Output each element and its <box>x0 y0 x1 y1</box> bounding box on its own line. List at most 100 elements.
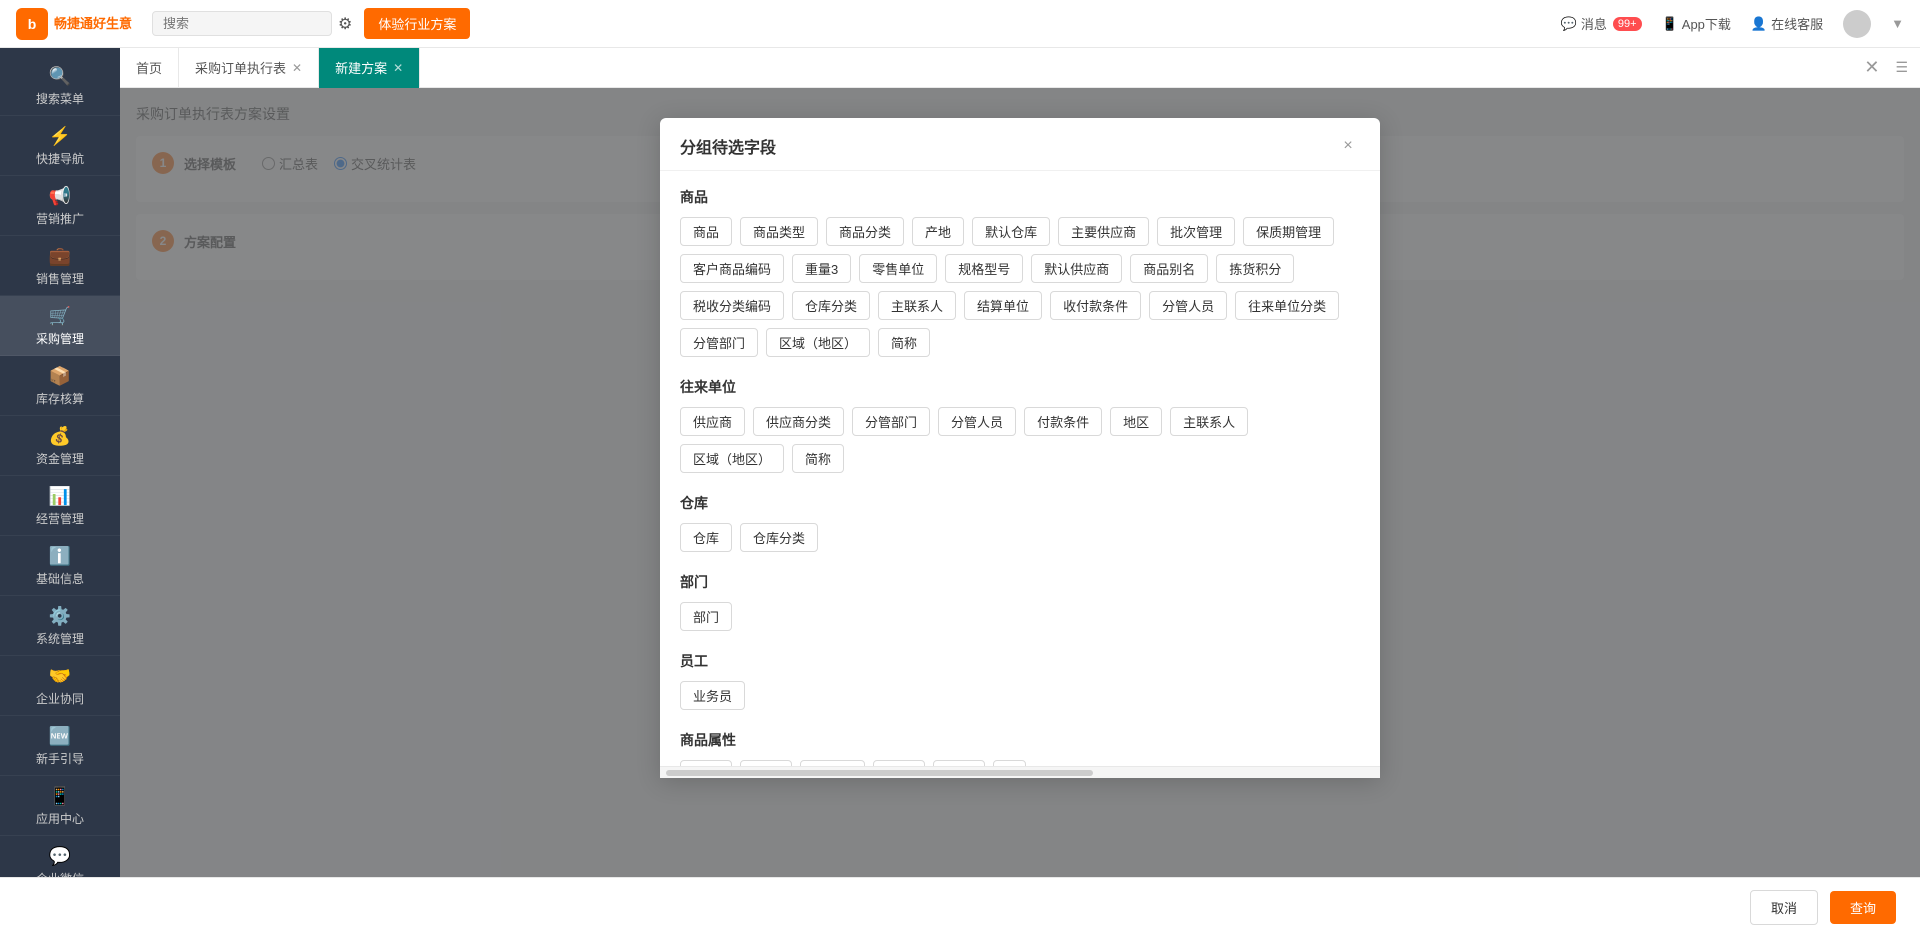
online-service-item[interactable]: 👤 在线客服 <box>1751 14 1823 33</box>
sidebar-item-management[interactable]: 📊 经营管理 <box>0 476 120 536</box>
user-dropdown-icon[interactable]: ▼ <box>1891 16 1904 31</box>
field-tag-5-2[interactable]: 多规格 <box>800 760 865 766</box>
field-tag-0-19[interactable]: 收付款条件 <box>1050 291 1141 320</box>
field-tag-1-0[interactable]: 供应商 <box>680 407 745 436</box>
field-tag-1-1[interactable]: 供应商分类 <box>753 407 844 436</box>
sidebar-item-marketing[interactable]: 📢 营销推广 <box>0 176 120 236</box>
sidebar-item-newbie[interactable]: 🆕 新手引导 <box>0 716 120 776</box>
field-tags-1: 供应商供应商分类分管部门分管人员付款条件地区主联系人区域（地区） 简称 <box>680 407 1360 473</box>
field-tag-2-0[interactable]: 仓库 <box>680 523 732 552</box>
field-tag-1-7[interactable]: 区域（地区） <box>680 444 784 473</box>
sales-icon: 💼 <box>49 246 71 267</box>
purchase-icon: 🛒 <box>49 306 71 327</box>
message-label: 消息 <box>1581 14 1607 33</box>
modal-body[interactable]: 商品商品商品类型商品分类产地默认仓库主要供应商批次管理保质期管理客户商品编码重量… <box>660 171 1380 766</box>
field-tag-0-5[interactable]: 主要供应商 <box>1058 217 1149 246</box>
field-tag-5-4[interactable]: 鞋码 <box>933 760 985 766</box>
sidebar-item-search[interactable]: 🔍 搜索菜单 <box>0 56 120 116</box>
field-tag-0-0[interactable]: 商品 <box>680 217 732 246</box>
appcenter-icon: 📱 <box>49 786 71 807</box>
field-tag-0-11[interactable]: 规格型号 <box>945 254 1023 283</box>
avatar[interactable] <box>1843 10 1871 38</box>
field-tag-0-21[interactable]: 往来单位分类 <box>1235 291 1339 320</box>
field-tag-0-12[interactable]: 默认供应商 <box>1031 254 1122 283</box>
field-tag-0-15[interactable]: 税收分类编码 <box>680 291 784 320</box>
field-tag-0-7[interactable]: 保质期管理 <box>1243 217 1334 246</box>
tab-close-all[interactable]: ✕ <box>1864 57 1895 78</box>
field-tag-5-3[interactable]: 尺码 <box>873 760 925 766</box>
confirm-button[interactable]: 查询 <box>1830 891 1896 924</box>
tab-home[interactable]: 首页 <box>120 48 179 88</box>
search-input[interactable] <box>152 11 332 36</box>
field-tag-0-4[interactable]: 默认仓库 <box>972 217 1050 246</box>
marketing-icon: 📢 <box>49 186 71 207</box>
field-tag-1-3[interactable]: 分管人员 <box>938 407 1016 436</box>
tab-new-plan[interactable]: 新建方案 ✕ <box>319 48 420 88</box>
tab-menu-icon[interactable]: ☰ <box>1895 59 1920 76</box>
field-tag-0-17[interactable]: 主联系人 <box>878 291 956 320</box>
sidebar-item-inventory[interactable]: 📦 库存核算 <box>0 356 120 416</box>
sidebar-item-sales[interactable]: 💼 销售管理 <box>0 236 120 296</box>
tab-purchase-close[interactable]: ✕ <box>292 61 302 75</box>
field-tag-0-22[interactable]: 分管部门 <box>680 328 758 357</box>
field-section-0: 商品商品商品类型商品分类产地默认仓库主要供应商批次管理保质期管理客户商品编码重量… <box>680 187 1360 357</box>
tab-new-plan-close[interactable]: ✕ <box>393 61 403 75</box>
section-title-4: 员工 <box>680 651 1360 671</box>
field-tag-0-3[interactable]: 产地 <box>912 217 964 246</box>
field-tag-1-8[interactable]: 简称 <box>792 444 844 473</box>
collab-icon: 🤝 <box>49 666 71 687</box>
field-tag-0-8[interactable]: 客户商品编码 <box>680 254 784 283</box>
field-tag-0-1[interactable]: 商品类型 <box>740 217 818 246</box>
system-icon: ⚙️ <box>49 606 71 627</box>
sidebar-label-marketing: 营销推广 <box>36 210 84 227</box>
field-tag-1-5[interactable]: 地区 <box>1110 407 1162 436</box>
field-tag-0-23[interactable]: 区域（地区） <box>766 328 870 357</box>
app-download-item[interactable]: 📱 App下载 <box>1662 14 1731 33</box>
sidebar-item-appcenter[interactable]: 📱 应用中心 <box>0 776 120 836</box>
sidebar-item-basicinfo[interactable]: ℹ️ 基础信息 <box>0 536 120 596</box>
quicknav-icon: ⚡ <box>49 126 71 147</box>
tab-bar: 首页 采购订单执行表 ✕ 新建方案 ✕ ✕ ☰ <box>120 48 1920 88</box>
modal-dialog: 分组待选字段 × 商品商品商品类型商品分类产地默认仓库主要供应商批次管理保质期管… <box>660 118 1380 778</box>
field-tag-0-14[interactable]: 拣货积分 <box>1216 254 1294 283</box>
tab-home-label: 首页 <box>136 58 162 77</box>
field-tag-0-24[interactable]: 简称 <box>878 328 930 357</box>
field-section-5: 商品属性属性颜色多规格尺码鞋码1 <box>680 730 1360 766</box>
sidebar-item-finance[interactable]: 💰 资金管理 <box>0 416 120 476</box>
field-tag-5-5[interactable]: 1 <box>993 760 1026 766</box>
sidebar-label-purchase: 采购管理 <box>36 330 84 347</box>
cancel-button[interactable]: 取消 <box>1750 890 1818 925</box>
field-tag-1-2[interactable]: 分管部门 <box>852 407 930 436</box>
modal-close-button[interactable]: × <box>1336 134 1360 158</box>
field-tag-0-6[interactable]: 批次管理 <box>1157 217 1235 246</box>
message-icon: 💬 <box>1561 16 1577 32</box>
field-tag-1-4[interactable]: 付款条件 <box>1024 407 1102 436</box>
modal-footer: 取消 查询 <box>0 877 1920 937</box>
logo-area: b 畅捷通好生意 <box>16 8 136 40</box>
settings-icon[interactable]: ⚙ <box>338 14 352 34</box>
trial-button[interactable]: 体验行业方案 <box>364 8 470 39</box>
field-tag-0-9[interactable]: 重量3 <box>792 254 851 283</box>
modal-horizontal-scrollbar[interactable] <box>660 766 1380 778</box>
field-tag-0-16[interactable]: 仓库分类 <box>792 291 870 320</box>
sidebar-item-purchase[interactable]: 🛒 采购管理 <box>0 296 120 356</box>
sidebar-label-newbie: 新手引导 <box>36 750 84 767</box>
field-tag-5-1[interactable]: 颜色 <box>740 760 792 766</box>
sidebar-item-collab[interactable]: 🤝 企业协同 <box>0 656 120 716</box>
message-item[interactable]: 💬 消息 99+ <box>1561 14 1642 33</box>
field-tag-0-2[interactable]: 商品分类 <box>826 217 904 246</box>
sidebar-item-quicknav[interactable]: ⚡ 快捷导航 <box>0 116 120 176</box>
tab-purchase-list[interactable]: 采购订单执行表 ✕ <box>179 48 319 88</box>
field-tag-0-20[interactable]: 分管人员 <box>1149 291 1227 320</box>
field-tag-4-0[interactable]: 业务员 <box>680 681 745 710</box>
online-service-label: 在线客服 <box>1771 14 1823 33</box>
sidebar-label-finance: 资金管理 <box>36 450 84 467</box>
field-tag-0-18[interactable]: 结算单位 <box>964 291 1042 320</box>
field-tag-0-13[interactable]: 商品别名 <box>1130 254 1208 283</box>
field-tag-1-6[interactable]: 主联系人 <box>1170 407 1248 436</box>
field-tag-5-0[interactable]: 属性 <box>680 760 732 766</box>
field-tag-0-10[interactable]: 零售单位 <box>859 254 937 283</box>
field-tag-3-0[interactable]: 部门 <box>680 602 732 631</box>
field-tag-2-1[interactable]: 仓库分类 <box>740 523 818 552</box>
sidebar-item-system[interactable]: ⚙️ 系统管理 <box>0 596 120 656</box>
